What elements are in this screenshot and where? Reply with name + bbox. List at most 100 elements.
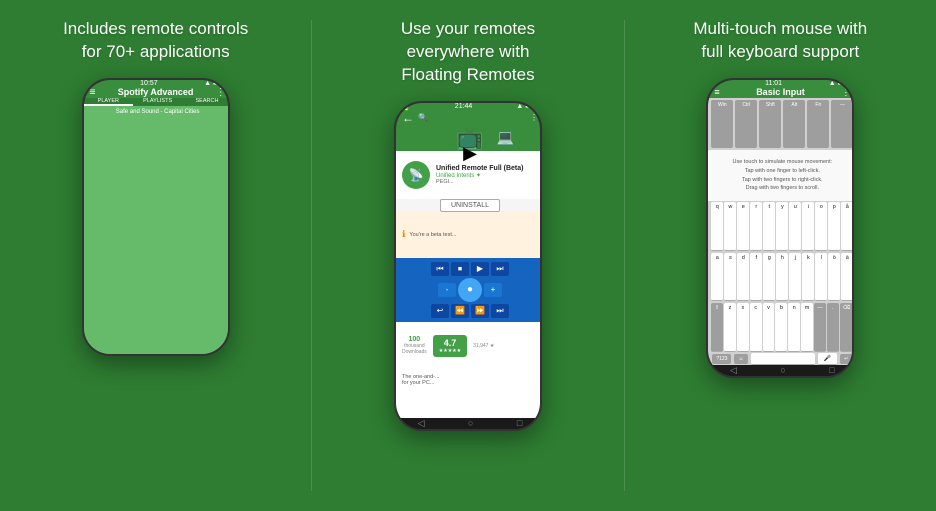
phone2-status-bar: 🔋 21:44 ▲ ■■■ (396, 103, 542, 111)
phone2-rating-number: 4.7 (444, 338, 457, 348)
phone2-remote-row-1: ⏮ ⏹ ▶ ⏭ (431, 262, 509, 276)
phone2-remote-skip-fwd[interactable]: ⏩ (471, 304, 489, 318)
phone3-status-bar: ≡ 11:01 ▲ ■■■ (708, 80, 854, 87)
phone3-recent-btn[interactable]: □ (829, 365, 834, 375)
phone3-mic-key[interactable]: 🎤 (818, 353, 837, 365)
phone3-backspace-key[interactable]: ⌫ (840, 303, 854, 352)
phone3-key-auml[interactable]: ä (841, 253, 853, 302)
phone3-instructions: Use touch to simulate mouse movement: Ta… (732, 158, 832, 193)
phone1-track-name: Safe and Sound - Capital Cities (84, 106, 230, 356)
phone1-tab-player[interactable]: PLAYER (84, 98, 133, 106)
phone3-mouse-pad[interactable]: Use touch to simulate mouse movement: Ta… (708, 150, 854, 201)
phone2-remote-center[interactable]: ● (458, 278, 482, 302)
phone2-remote-next[interactable]: ⏭ (491, 262, 509, 276)
phone2-remote-skip-back[interactable]: ⏪ (451, 304, 469, 318)
phone3-key-n[interactable]: n (788, 303, 800, 352)
phone3-key-l[interactable]: l (815, 253, 827, 302)
phone3-key-u[interactable]: u (789, 202, 801, 251)
phone1-tab-search[interactable]: SEARCH (182, 98, 229, 106)
phone2-time: 21:44 (455, 103, 473, 110)
phone3-emoji-key[interactable]: ☺ (734, 354, 747, 364)
phone3-key-a[interactable]: a (711, 253, 723, 302)
phone2-remote-stop[interactable]: ⏹ (451, 262, 469, 276)
phone2-remote-prev[interactable]: ⏮ (431, 262, 449, 276)
phone3-key-g[interactable]: g (763, 253, 775, 302)
phone3-home-btn[interactable]: ○ (780, 365, 785, 375)
phone2-battery-icon: 🔋 (402, 103, 411, 111)
phone2-search-icon[interactable]: 🔍 (418, 113, 428, 122)
phone3-fn-key[interactable]: Fn (807, 100, 829, 148)
phone3-enter-key[interactable]: ↵ (840, 354, 852, 364)
phone3-key-aring[interactable]: å (841, 202, 853, 251)
phone3-back-btn[interactable]: ◁ (730, 365, 737, 376)
phone3-key-v[interactable]: v (763, 303, 775, 352)
phone3-app-title: Basic Input (756, 87, 805, 97)
phone2-downloads-sub: Downloads (402, 349, 427, 355)
phone3-key-y[interactable]: y (776, 202, 788, 251)
phone1-status-bar: ≡ 10:57 ▲ ■■■ (84, 80, 230, 87)
phone3-key-i[interactable]: i (802, 202, 814, 251)
phone3-key-d[interactable]: d (737, 253, 749, 302)
phone3-key-row-1: q w e r t y u i o p å (708, 201, 854, 252)
phone-1: ≡ 10:57 ▲ ■■■ ≡ Spotify Advanced ⋮ PLAYE… (82, 78, 230, 356)
phone2-overflow-icon[interactable]: ⋮ (530, 113, 538, 122)
phone3-key-s[interactable]: s (724, 253, 736, 302)
phone2-remote-play[interactable]: ▶ (471, 262, 489, 276)
phone2-recent-btn[interactable]: □ (517, 418, 522, 428)
phone3-hamburger: ≡ (714, 80, 718, 87)
phone3-key-w[interactable]: w (724, 202, 736, 251)
phone1-tab-playlists[interactable]: PLAYLISTS (133, 98, 182, 106)
phone2-remote-area: ⏮ ⏹ ▶ ⏭ - ● + ↩ ⏪ ⏩ ⏭ (396, 258, 542, 322)
phone2-beta-text: You're a beta test... (409, 232, 456, 238)
phone3-app-bar: ≡ Basic Input ⋮ (708, 87, 854, 98)
phone3-key-k[interactable]: k (802, 253, 814, 302)
phone2-install-bar: UNINSTALL (396, 199, 542, 212)
phone2-desc-area: The one-and-...for your PC... (396, 370, 542, 418)
phone3-key-q[interactable]: q (711, 202, 723, 251)
phone3-ctrl-key[interactable]: Ctrl (735, 100, 757, 148)
phone3-shift-key[interactable]: Shft (759, 100, 781, 148)
phone-3: ≡ 11:01 ▲ ■■■ ≡ Basic Input ⋮ Win Ctrl S… (706, 78, 854, 378)
phone-2: 🔋 21:44 ▲ ■■■ ← 🔍 ⋮ 📺 💻 ▶ (394, 101, 542, 431)
phone3-numpad-key[interactable]: ?123 (712, 354, 731, 364)
phone2-signal: ▲ ■■■ (516, 103, 538, 110)
phone2-back-icon[interactable]: ← (402, 111, 414, 125)
phone2-remote-vol-up[interactable]: + (484, 283, 502, 297)
phone3-key-t[interactable]: t (763, 202, 775, 251)
phone3-key-m[interactable]: m (801, 303, 813, 352)
phone3-key-j[interactable]: j (789, 253, 801, 302)
phone2-hero-area: 📺 💻 ▶ (396, 125, 542, 151)
phone3-nav-bar: ◁ ○ □ (708, 365, 854, 376)
phone2-remote-vol-down[interactable]: - (438, 283, 456, 297)
phone2-remote-back[interactable]: ↩ (431, 304, 449, 318)
phone3-key-e[interactable]: e (737, 202, 749, 251)
phone3-win-key[interactable]: Win (711, 100, 733, 148)
phone1-signal: ▲ ■■■ (204, 80, 226, 87)
phone1-app-title: Spotify Advanced (118, 87, 194, 97)
phone2-home-btn[interactable]: ○ (468, 418, 473, 428)
phone3-key-p[interactable]: p (828, 202, 840, 251)
phone2-rating-box: 4.7 ★★★★★ (433, 335, 467, 357)
phone3-key-dash[interactable]: — (814, 303, 826, 352)
phone3-key-ouml[interactable]: ö (828, 253, 840, 302)
phone2-remote-fwd[interactable]: ⏭ (491, 304, 509, 318)
phone3-key-o[interactable]: o (815, 202, 827, 251)
phone3-alt-key[interactable]: Alt (783, 100, 805, 148)
phone3-key-f[interactable]: f (750, 253, 762, 302)
phone3-key-row-3: ⇧ z x c v b n m — . ⌫ (708, 302, 854, 353)
phone3-key-b[interactable]: b (775, 303, 787, 352)
phone2-developer: Unified Intents ✦ (436, 172, 524, 179)
phone2-uninstall-button[interactable]: UNINSTALL (440, 199, 500, 212)
phone2-reviews-stat: 31,947 ★ (473, 343, 494, 349)
phone3-key-x[interactable]: x (737, 303, 749, 352)
phone3-shift-key-2[interactable]: ⇧ (711, 303, 723, 352)
phone3-key-r[interactable]: r (750, 202, 762, 251)
phone3-key-z[interactable]: z (724, 303, 736, 352)
phone3-extra-key[interactable]: — (831, 100, 853, 148)
phone3-key-h[interactable]: h (776, 253, 788, 302)
phone3-key-c[interactable]: c (750, 303, 762, 352)
phone2-info-icon: ℹ (402, 229, 405, 240)
phone3-key-dot[interactable]: . (827, 303, 839, 352)
phone2-back-btn[interactable]: ◁ (418, 418, 425, 429)
phone3-space-key[interactable] (751, 353, 815, 365)
